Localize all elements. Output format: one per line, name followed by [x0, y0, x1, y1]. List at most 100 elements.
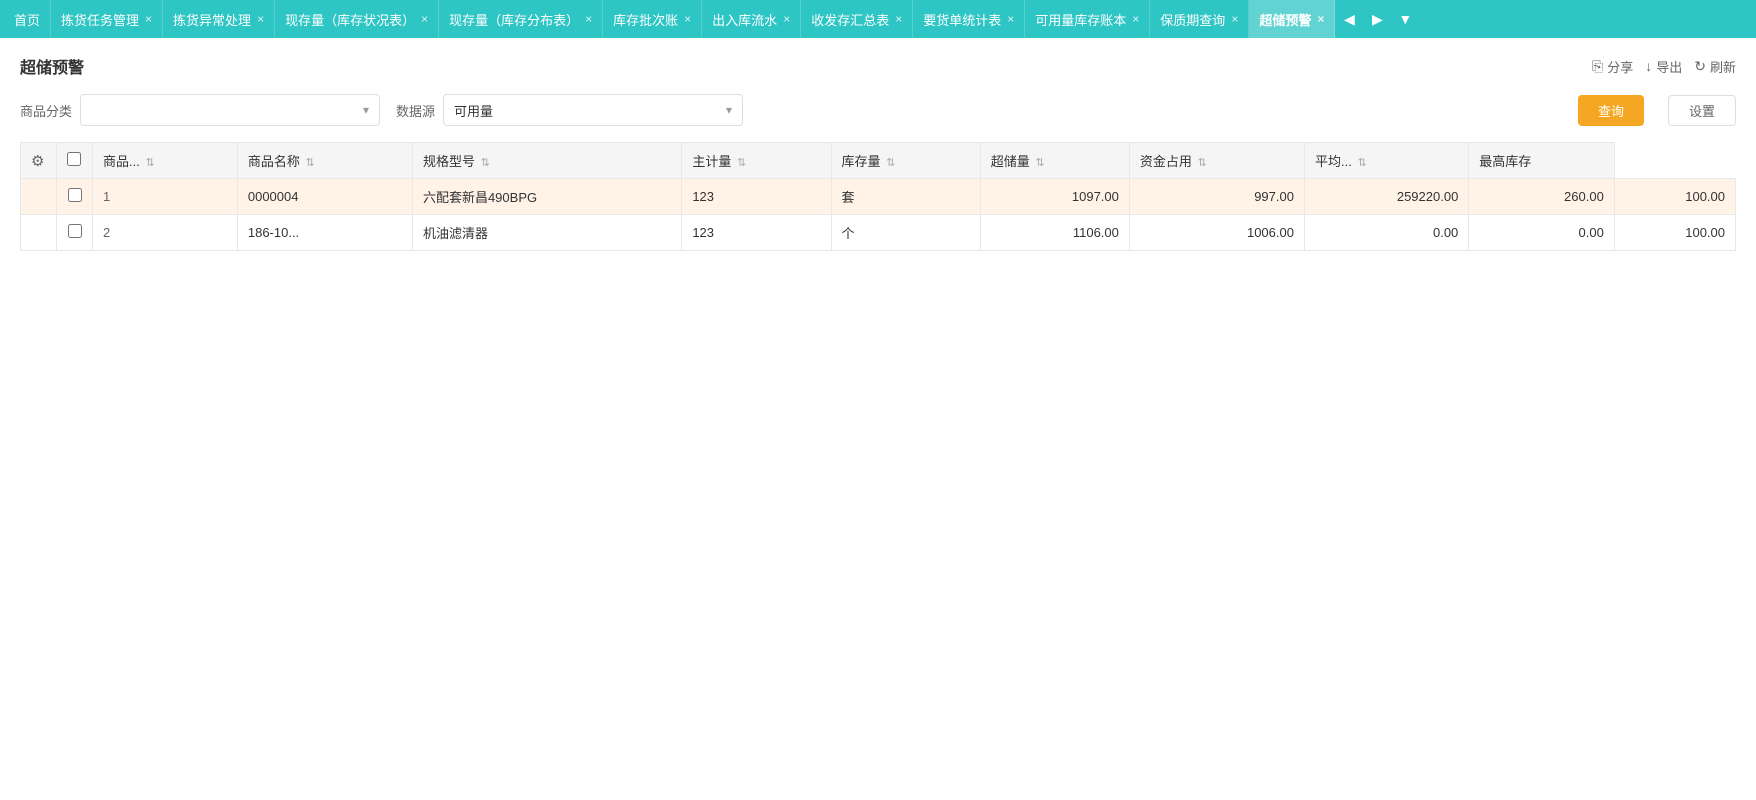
td-capital: 259220.00 — [1304, 179, 1468, 215]
close-icon[interactable]: × — [783, 12, 790, 26]
sort-icon[interactable]: ⇅ — [1198, 157, 1207, 169]
row-checkbox[interactable] — [68, 188, 82, 202]
th-name: 商品名称 ⇅ — [237, 143, 412, 179]
nav-quality-check[interactable]: 保质期查询 × — [1150, 0, 1249, 38]
th-unit-label: 主计量 — [692, 154, 731, 169]
chevron-down-icon: ▾ — [363, 103, 369, 117]
nav-next-arrow[interactable]: ▶ — [1363, 0, 1391, 38]
td-spec: 123 — [682, 215, 831, 251]
share-label: 分享 — [1607, 57, 1633, 76]
td-checkbox — [57, 179, 93, 215]
close-icon[interactable]: × — [1007, 12, 1014, 26]
nav-more-arrow[interactable]: ▼ — [1391, 0, 1419, 38]
query-button[interactable]: 查询 — [1578, 95, 1644, 126]
sort-icon[interactable]: ⇅ — [1035, 157, 1044, 169]
refresh-button[interactable]: ↻ 刷新 — [1694, 57, 1736, 76]
td-name: 六配套新昌490BPG — [412, 179, 681, 215]
table-row: 2 186-10... 机油滤清器 123 个 1106.00 1006.00 … — [21, 215, 1736, 251]
td-overstock: 997.00 — [1129, 179, 1304, 215]
share-button[interactable]: ⎘ 分享 — [1592, 57, 1633, 76]
close-icon[interactable]: × — [1132, 12, 1139, 26]
nav-home-label: 首页 — [14, 10, 40, 29]
th-spec: 规格型号 ⇅ — [412, 143, 681, 179]
sort-icon[interactable]: ⇅ — [145, 157, 154, 169]
datasource-select-value: 可用量 — [454, 101, 493, 120]
th-capital: 资金占用 ⇅ — [1129, 143, 1304, 179]
td-unit: 个 — [831, 215, 980, 251]
nav-batch-account[interactable]: 库存批次账 × — [603, 0, 702, 38]
row-checkbox[interactable] — [68, 224, 82, 238]
category-label: 商品分类 — [20, 101, 72, 120]
td-spec: 123 — [682, 179, 831, 215]
sort-icon[interactable]: ⇅ — [886, 157, 895, 169]
page-container: 超储预警 ⎘ 分享 ↓ 导出 ↻ 刷新 商品分类 ▾ 数据源 — [0, 38, 1756, 267]
data-table: ⚙ 商品... ⇅ 商品名称 ⇅ 规格型号 ⇅ 主计量 — [20, 142, 1736, 251]
th-code-label: 商品... — [103, 154, 140, 169]
close-icon[interactable]: × — [585, 12, 592, 26]
th-overstock: 超储量 ⇅ — [980, 143, 1129, 179]
table-row: 1 0000004 六配套新昌490BPG 123 套 1097.00 997.… — [21, 179, 1736, 215]
th-spec-label: 规格型号 — [423, 154, 475, 169]
td-settings — [21, 215, 57, 251]
nav-exception[interactable]: 拣货异常处理 × — [163, 0, 275, 38]
nav-home[interactable]: 首页 — [4, 0, 51, 38]
nav-summary[interactable]: 收发存汇总表 × — [801, 0, 913, 38]
nav-label: 拣货任务管理 — [61, 10, 139, 29]
chevron-down-icon: ▾ — [726, 103, 732, 117]
td-avg: 260.00 — [1469, 179, 1615, 215]
export-icon: ↓ — [1645, 58, 1652, 74]
nav-flow[interactable]: 出入库流水 × — [702, 0, 801, 38]
nav-label: 收发存汇总表 — [811, 10, 889, 29]
nav-avail-account[interactable]: 可用量库存账本 × — [1025, 0, 1150, 38]
td-code: 0000004 — [237, 179, 412, 215]
th-max-stock: 最高库存 — [1469, 143, 1615, 179]
nav-label: 库存批次账 — [613, 10, 678, 29]
nav-task-mgmt[interactable]: 拣货任务管理 × — [51, 0, 163, 38]
category-filter: 商品分类 ▾ — [20, 94, 380, 126]
nav-prev-arrow[interactable]: ◀ — [1335, 0, 1363, 38]
select-all-checkbox[interactable] — [67, 152, 81, 166]
table-body: 1 0000004 六配套新昌490BPG 123 套 1097.00 997.… — [21, 179, 1736, 251]
th-avg: 平均... ⇅ — [1304, 143, 1468, 179]
nav-stock-dist[interactable]: 现存量（库存分布表） × — [439, 0, 603, 38]
gear-icon[interactable]: ⚙ — [31, 153, 44, 170]
sort-icon[interactable]: ⇅ — [737, 157, 746, 169]
close-icon[interactable]: × — [145, 12, 152, 26]
nav-label: 现存量（库存状况表） — [285, 10, 415, 29]
filter-bar: 商品分类 ▾ 数据源 可用量 ▾ 查询 设置 — [20, 94, 1736, 126]
datasource-select[interactable]: 可用量 ▾ — [443, 94, 743, 126]
close-icon[interactable]: × — [1317, 12, 1324, 26]
td-name: 机油滤清器 — [412, 215, 681, 251]
top-navigation: 首页 拣货任务管理 × 拣货异常处理 × 现存量（库存状况表） × 现存量（库存… — [0, 0, 1756, 38]
close-icon[interactable]: × — [257, 12, 264, 26]
page-title: 超储预警 — [20, 54, 84, 78]
th-avg-label: 平均... — [1315, 154, 1352, 169]
nav-label: 现存量（库存分布表） — [449, 10, 579, 29]
close-icon[interactable]: × — [1231, 12, 1238, 26]
nav-label: 出入库流水 — [712, 10, 777, 29]
th-code: 商品... ⇅ — [93, 143, 238, 179]
td-max-stock: 100.00 — [1614, 179, 1735, 215]
td-max-stock: 100.00 — [1614, 215, 1735, 251]
share-icon: ⎘ — [1592, 58, 1603, 75]
nav-overstock-warning[interactable]: 超储预警 × — [1249, 0, 1335, 38]
nav-order-stats[interactable]: 要货单统计表 × — [913, 0, 1025, 38]
nav-stock-status[interactable]: 现存量（库存状况表） × — [275, 0, 439, 38]
close-icon[interactable]: × — [684, 12, 691, 26]
td-capital: 0.00 — [1304, 215, 1468, 251]
sort-icon[interactable]: ⇅ — [481, 157, 490, 169]
th-unit: 主计量 ⇅ — [682, 143, 831, 179]
export-button[interactable]: ↓ 导出 — [1645, 57, 1682, 76]
refresh-label: 刷新 — [1710, 57, 1736, 76]
sort-icon[interactable]: ⇅ — [1357, 157, 1366, 169]
page-header: 超储预警 ⎘ 分享 ↓ 导出 ↻ 刷新 — [20, 54, 1736, 78]
td-settings — [21, 179, 57, 215]
category-select[interactable]: ▾ — [80, 94, 380, 126]
settings-button[interactable]: 设置 — [1668, 95, 1736, 126]
close-icon[interactable]: × — [421, 12, 428, 26]
td-code: 186-10... — [237, 215, 412, 251]
sort-icon[interactable]: ⇅ — [306, 157, 315, 169]
nav-label: 拣货异常处理 — [173, 10, 251, 29]
close-icon[interactable]: × — [895, 12, 902, 26]
td-row-num: 2 — [93, 215, 238, 251]
